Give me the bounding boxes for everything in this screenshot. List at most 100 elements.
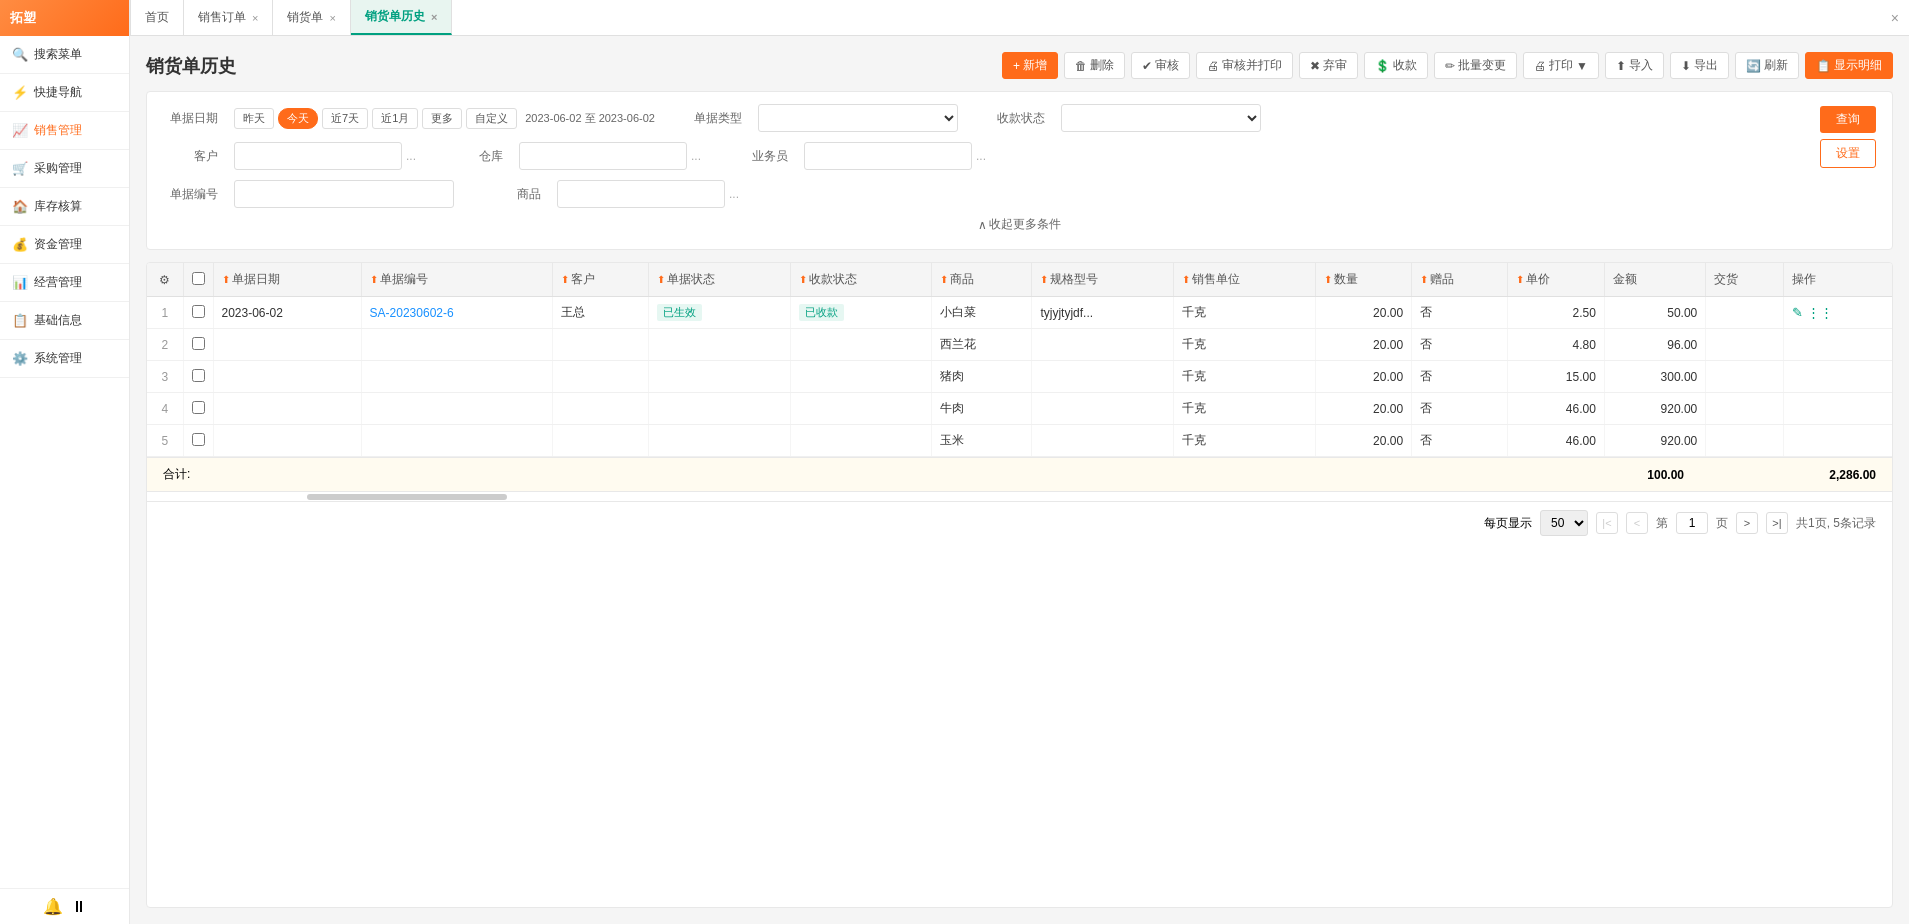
cell-goods: 牛肉: [932, 393, 1032, 425]
tab-sales-order-close[interactable]: ×: [252, 12, 258, 24]
per-page-select[interactable]: 50: [1540, 510, 1588, 536]
table-wrapper: ⚙ ⬆单据日期 ⬆单据编号 ⬆客户 ⬆单据状态 ⬆收款状态 ⬆商品 ⬆规格型号 …: [147, 263, 1892, 457]
date-btn-today[interactable]: 今天: [278, 108, 318, 129]
tab-home[interactable]: 首页: [130, 0, 184, 35]
abandon-button[interactable]: ✖ 弃审: [1299, 52, 1358, 79]
cell-checkbox[interactable]: [183, 329, 213, 361]
date-btn-yesterday[interactable]: 昨天: [234, 108, 274, 129]
col-collect-status[interactable]: ⬆收款状态: [790, 263, 932, 297]
collapse-button[interactable]: ∧ 收起更多条件: [974, 212, 1065, 237]
settings-button[interactable]: 设置: [1820, 139, 1876, 168]
query-button[interactable]: 查询: [1820, 106, 1876, 133]
cell-gift: 否: [1412, 393, 1508, 425]
edit-action-btn[interactable]: ✎: [1792, 305, 1803, 320]
tab-sales-history[interactable]: 销货单历史 ×: [351, 0, 452, 35]
tab-sales-history-close[interactable]: ×: [431, 11, 437, 23]
cell-checkbox[interactable]: [183, 297, 213, 329]
cell-row-num: 1: [147, 297, 183, 329]
sidebar-item-sales-mgmt[interactable]: 📈 销售管理: [0, 112, 129, 150]
col-checkbox[interactable]: [183, 263, 213, 297]
cell-goods: 玉米: [932, 425, 1032, 457]
tab-sales-goods-close[interactable]: ×: [329, 12, 335, 24]
inventory-icon: 🏠: [12, 199, 28, 215]
tab-sales-goods[interactable]: 销货单 ×: [273, 0, 350, 35]
row-checkbox-4[interactable]: [192, 433, 205, 446]
select-all-checkbox[interactable]: [192, 272, 205, 285]
date-btn-1month[interactable]: 近1月: [372, 108, 418, 129]
col-qty[interactable]: ⬆数量: [1315, 263, 1411, 297]
new-button[interactable]: + 新增: [1002, 52, 1058, 79]
agent-ellipsis[interactable]: ...: [976, 149, 986, 163]
doc-num-input[interactable]: [234, 180, 454, 208]
tab-sales-history-label: 销货单历史: [365, 8, 425, 25]
summary-total-amount: 2,286.00: [1796, 468, 1876, 482]
prev-page-btn[interactable]: <: [1626, 512, 1648, 534]
audit-button[interactable]: ✔ 审核: [1131, 52, 1190, 79]
audit-print-button[interactable]: 🖨 审核并打印: [1196, 52, 1293, 79]
cell-checkbox[interactable]: [183, 393, 213, 425]
col-doc-status[interactable]: ⬆单据状态: [648, 263, 790, 297]
cell-doc-num[interactable]: SA-20230602-6: [361, 297, 552, 329]
col-gift[interactable]: ⬆赠品: [1412, 263, 1508, 297]
print-button[interactable]: 🖨 打印 ▼: [1523, 52, 1599, 79]
cell-checkbox[interactable]: [183, 361, 213, 393]
tab-home-label: 首页: [145, 9, 169, 26]
col-unit[interactable]: ⬆销售单位: [1174, 263, 1316, 297]
col-doc-num[interactable]: ⬆单据编号: [361, 263, 552, 297]
goods-input[interactable]: [557, 180, 725, 208]
row-checkbox-1[interactable]: [192, 337, 205, 350]
sidebar-item-finance-mgmt[interactable]: 💰 资金管理: [0, 226, 129, 264]
next-page-btn[interactable]: >: [1736, 512, 1758, 534]
tab-sales-order[interactable]: 销售订单 ×: [184, 0, 273, 35]
goods-ellipsis[interactable]: ...: [729, 187, 739, 201]
col-settings[interactable]: ⚙: [147, 263, 183, 297]
delete-button[interactable]: 🗑 删除: [1064, 52, 1125, 79]
sidebar-item-quick-nav[interactable]: ⚡ 快捷导航: [0, 74, 129, 112]
page-input[interactable]: [1676, 512, 1708, 534]
scrollbar-thumb[interactable]: [307, 494, 507, 500]
cell-row-num: 2: [147, 329, 183, 361]
refresh-button[interactable]: 🔄 刷新: [1735, 52, 1799, 79]
customer-ellipsis[interactable]: ...: [406, 149, 416, 163]
collect-status-select[interactable]: [1061, 104, 1261, 132]
first-page-btn[interactable]: |<: [1596, 512, 1618, 534]
sidebar-item-search-menu[interactable]: 🔍 搜索菜单: [0, 36, 129, 74]
batch-change-button[interactable]: ✏ 批量变更: [1434, 52, 1517, 79]
cell-checkbox[interactable]: [183, 425, 213, 457]
sidebar-item-inventory-calc[interactable]: 🏠 库存核算: [0, 188, 129, 226]
table-scrollbar[interactable]: [147, 491, 1892, 501]
notification-icon[interactable]: 🔔: [43, 897, 63, 916]
export-button[interactable]: ⬇ 导出: [1670, 52, 1729, 79]
more-action-btn[interactable]: ⋮⋮: [1807, 305, 1833, 320]
show-detail-button[interactable]: 📋 显示明细: [1805, 52, 1893, 79]
col-price[interactable]: ⬆单价: [1508, 263, 1604, 297]
col-spec[interactable]: ⬆规格型号: [1032, 263, 1174, 297]
import-button[interactable]: ⬆ 导入: [1605, 52, 1664, 79]
sidebar-item-basic-info[interactable]: 📋 基础信息: [0, 302, 129, 340]
date-btn-more[interactable]: 更多: [422, 108, 462, 129]
row-checkbox-0[interactable]: [192, 305, 205, 318]
doc-type-select[interactable]: [758, 104, 958, 132]
col-doc-date[interactable]: ⬆单据日期: [213, 263, 361, 297]
agent-input[interactable]: [804, 142, 972, 170]
date-btn-custom[interactable]: 自定义: [466, 108, 517, 129]
customer-input[interactable]: [234, 142, 402, 170]
tab-bar-close[interactable]: ×: [1891, 10, 1909, 26]
cell-action: [1783, 329, 1892, 361]
col-goods[interactable]: ⬆商品: [932, 263, 1032, 297]
last-page-btn[interactable]: >|: [1766, 512, 1788, 534]
sidebar-item-purchase-mgmt[interactable]: 🛒 采购管理: [0, 150, 129, 188]
warehouse-input[interactable]: [519, 142, 687, 170]
row-checkbox-2[interactable]: [192, 369, 205, 382]
date-btn-7days[interactable]: 近7天: [322, 108, 368, 129]
row-checkbox-3[interactable]: [192, 401, 205, 414]
toolbar: + 新增 🗑 删除 ✔ 审核 🖨 审核并打印 ✖ 弃审: [1002, 52, 1893, 79]
cell-spec: [1032, 361, 1174, 393]
warehouse-ellipsis[interactable]: ...: [691, 149, 701, 163]
cell-customer: 王总: [552, 297, 648, 329]
sidebar-item-ops-mgmt[interactable]: 📊 经营管理: [0, 264, 129, 302]
sidebar-item-sys-mgmt[interactable]: ⚙️ 系统管理: [0, 340, 129, 378]
col-customer[interactable]: ⬆客户: [552, 263, 648, 297]
collect-button[interactable]: 💲 收款: [1364, 52, 1428, 79]
pause-icon[interactable]: ⏸: [71, 898, 87, 916]
